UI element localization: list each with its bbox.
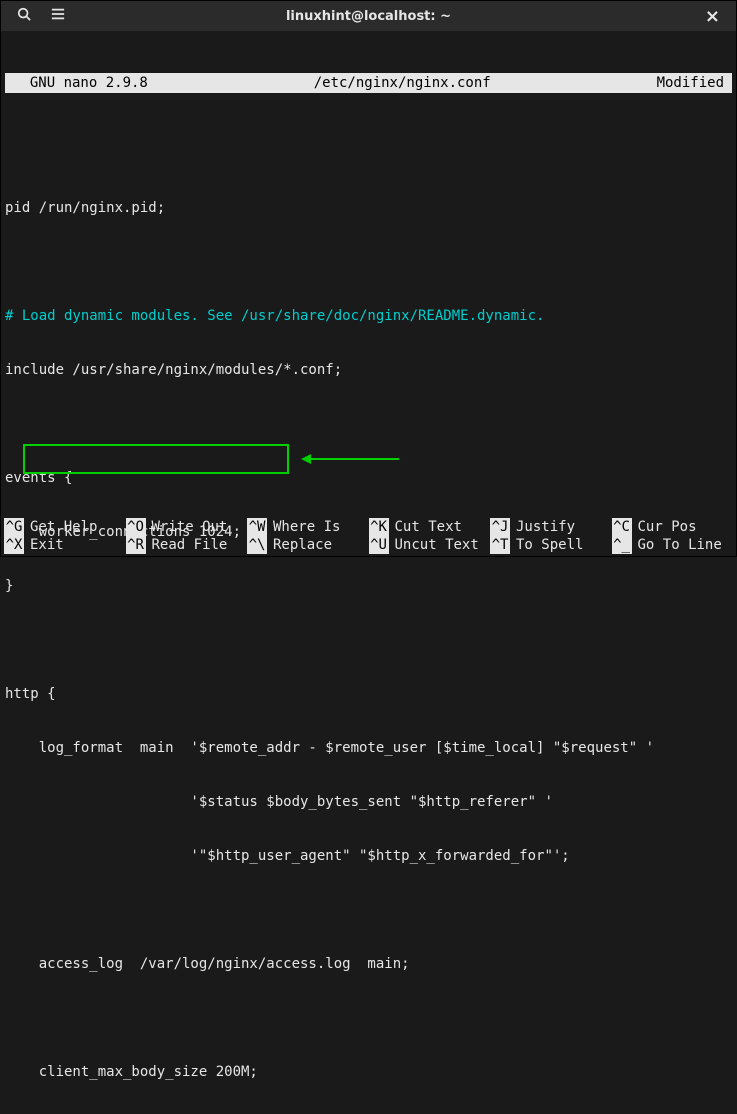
window-title: linuxhint@localhost: ~ [131,9,606,24]
blank-line [5,1009,732,1027]
config-line: } [5,577,732,595]
editor-content[interactable]: pid /run/nginx.pid; # Load dynamic modul… [1,163,736,1114]
nano-file-path: /etc/nginx/nginx.conf [314,74,491,92]
nano-header: GNU nano 2.9.8 /etc/nginx/nginx.conf Mod… [5,73,732,93]
config-line: include /usr/share/nginx/modules/*.conf; [5,361,732,379]
annotation-arrow-head [301,454,311,464]
shortcut-to-spell[interactable]: ^TTo Spell [490,536,612,554]
close-icon[interactable]: × [699,6,726,27]
config-line: http { [5,685,732,703]
blank-line [5,901,732,919]
config-line: '$status $body_bytes_sent "$http_referer… [5,793,732,811]
shortcut-uncut-text[interactable]: ^UUncut Text [369,536,491,554]
blank-line [5,415,732,433]
nano-app-label: GNU nano 2.9.8 [13,74,148,92]
config-comment: # Load dynamic modules. See /usr/share/d… [5,307,732,325]
config-line: events { [5,469,732,487]
shortcut-where-is[interactable]: ^WWhere Is [247,518,369,536]
shortcut-get-help[interactable]: ^GGet Help [4,518,126,536]
annotation-arrow-line [311,458,399,460]
blank-line [5,253,732,271]
shortcut-exit[interactable]: ^XExit [4,536,126,554]
shortcut-write-out[interactable]: ^OWrite Out [126,518,248,536]
blank-line [5,631,732,649]
search-icon[interactable] [11,7,37,25]
config-line-highlighted: client_max_body_size 200M; [5,1063,732,1081]
window-titlebar: linuxhint@localhost: ~ × [1,1,736,31]
shortcut-read-file[interactable]: ^RRead File [126,536,248,554]
terminal-area[interactable]: GNU nano 2.9.8 /etc/nginx/nginx.conf Mod… [1,31,736,1114]
config-line: log_format main '$remote_addr - $remote_… [5,739,732,757]
shortcut-cut-text[interactable]: ^KCut Text [369,518,491,536]
nano-shortcut-bar: ^GGet Help ^OWrite Out ^WWhere Is ^KCut … [0,518,737,556]
shortcut-justify[interactable]: ^JJustify [490,518,612,536]
shortcut-go-to-line[interactable]: ^_Go To Line [612,536,734,554]
nano-status: Modified [657,74,724,92]
config-line: '"$http_user_agent" "$http_x_forwarded_f… [5,847,732,865]
config-line: access_log /var/log/nginx/access.log mai… [5,955,732,973]
menu-icon[interactable] [45,7,71,25]
config-line: pid /run/nginx.pid; [5,199,732,217]
shortcut-cur-pos[interactable]: ^CCur Pos [612,518,734,536]
shortcut-replace[interactable]: ^\Replace [247,536,369,554]
